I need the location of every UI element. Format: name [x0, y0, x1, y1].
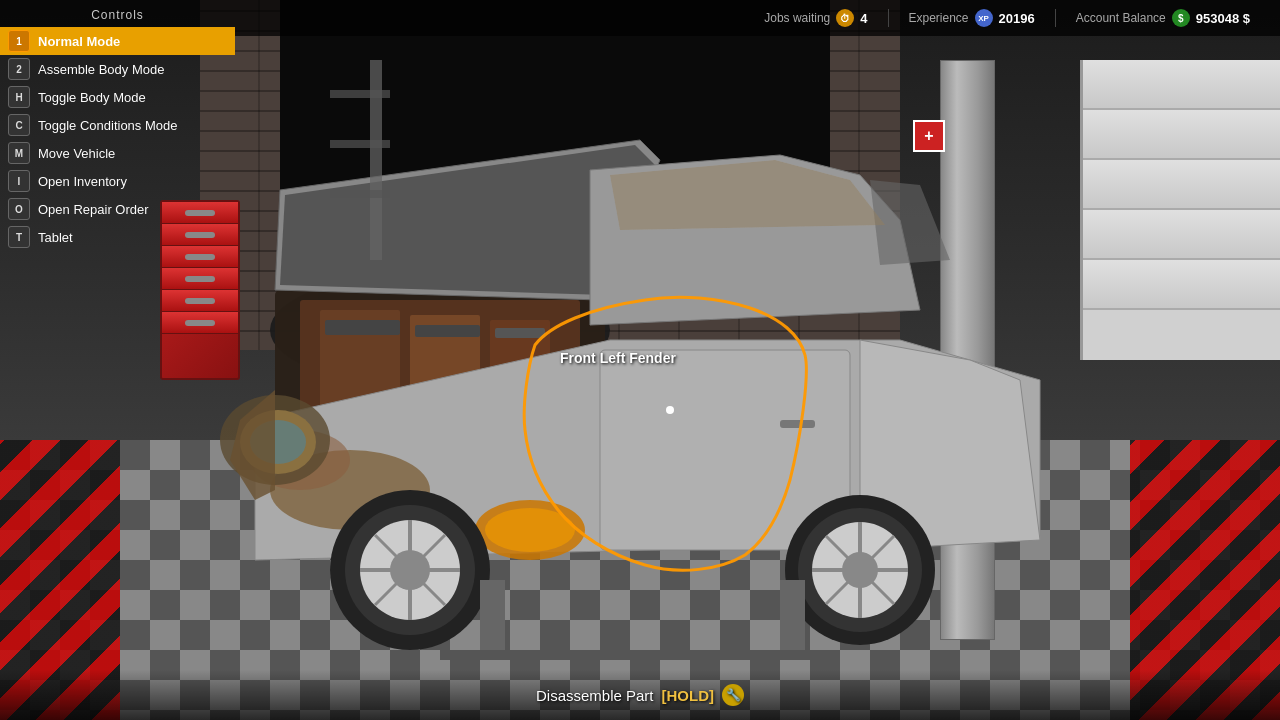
xp-label: Experience	[909, 11, 969, 25]
key-badge-1: 1	[8, 30, 30, 52]
control-item-1[interactable]: 1 Normal Mode	[0, 27, 235, 55]
control-item-i[interactable]: I Open Inventory	[0, 167, 235, 195]
svg-rect-45	[440, 650, 840, 660]
svg-rect-44	[780, 580, 805, 660]
svg-point-46	[666, 406, 674, 414]
key-badge-o: O	[8, 198, 30, 220]
control-label-2: Toggle Body Mode	[38, 90, 146, 105]
cabinet-row	[1083, 110, 1280, 160]
svg-rect-18	[780, 420, 815, 428]
control-label-1: Assemble Body Mode	[38, 62, 164, 77]
control-label-7: Tablet	[38, 230, 73, 245]
svg-rect-43	[480, 580, 505, 660]
control-label-0: Normal Mode	[38, 34, 120, 49]
jobs-label: Jobs waiting	[764, 11, 830, 25]
right-cabinets	[1080, 60, 1280, 360]
cabinet-row	[1083, 260, 1280, 310]
cabinet-row	[1083, 160, 1280, 210]
key-badge-2: 2	[8, 58, 30, 80]
controls-list: 1 Normal Mode 2 Assemble Body Mode H Toggle B…	[0, 27, 235, 251]
key-badge-h: H	[8, 86, 30, 108]
hold-key-label: [HOLD]	[662, 687, 715, 704]
cabinet-row	[1083, 210, 1280, 260]
bottom-hud: Disassemble Part [HOLD] 🔧	[0, 670, 1280, 720]
key-badge-m: M	[8, 142, 30, 164]
control-label-4: Move Vehicle	[38, 146, 115, 161]
control-item-m[interactable]: M Move Vehicle	[0, 139, 235, 167]
svg-rect-7	[415, 325, 480, 337]
control-item-h[interactable]: H Toggle Body Mode	[0, 83, 235, 111]
svg-rect-8	[495, 328, 545, 338]
control-item-2[interactable]: 2 Assemble Body Mode	[0, 55, 235, 83]
xp-value: 20196	[999, 11, 1035, 26]
control-label-3: Toggle Conditions Mode	[38, 118, 177, 133]
control-item-o[interactable]: O Open Repair Order	[0, 195, 235, 223]
svg-rect-51	[330, 190, 390, 198]
hud-money-section: Account Balance $ 953048 $	[1056, 9, 1270, 27]
svg-rect-50	[330, 140, 390, 148]
key-badge-t: T	[8, 226, 30, 248]
money-icon: $	[1172, 9, 1190, 27]
svg-rect-49	[330, 90, 390, 98]
key-badge-i: I	[8, 170, 30, 192]
money-label: Account Balance	[1076, 11, 1166, 25]
money-value: 953048 $	[1196, 11, 1250, 26]
hud-xp-section: Experience XP 20196	[889, 9, 1056, 27]
cabinet-row	[1083, 60, 1280, 110]
control-label-6: Open Repair Order	[38, 202, 149, 217]
wrench-icon: 🔧	[722, 684, 744, 706]
controls-panel: Controls 1 Normal Mode 2 Assemble Body Mode…	[0, 0, 235, 251]
control-item-c[interactable]: C Toggle Conditions Mode	[0, 111, 235, 139]
xp-icon: XP	[975, 9, 993, 27]
control-item-t[interactable]: T Tablet	[0, 223, 235, 251]
controls-header: Controls	[0, 5, 235, 27]
car-model	[100, 60, 1100, 660]
svg-rect-6	[325, 320, 400, 335]
disassemble-hint: Disassemble Part [HOLD] 🔧	[536, 684, 744, 706]
disassemble-label: Disassemble Part	[536, 687, 654, 704]
hud-jobs-section: Jobs waiting ⏱ 4	[744, 9, 888, 27]
jobs-icon: ⏱	[836, 9, 854, 27]
key-badge-c: C	[8, 114, 30, 136]
svg-point-42	[842, 552, 878, 588]
svg-point-34	[390, 550, 430, 590]
jobs-value: 4	[860, 11, 867, 26]
control-label-5: Open Inventory	[38, 174, 127, 189]
